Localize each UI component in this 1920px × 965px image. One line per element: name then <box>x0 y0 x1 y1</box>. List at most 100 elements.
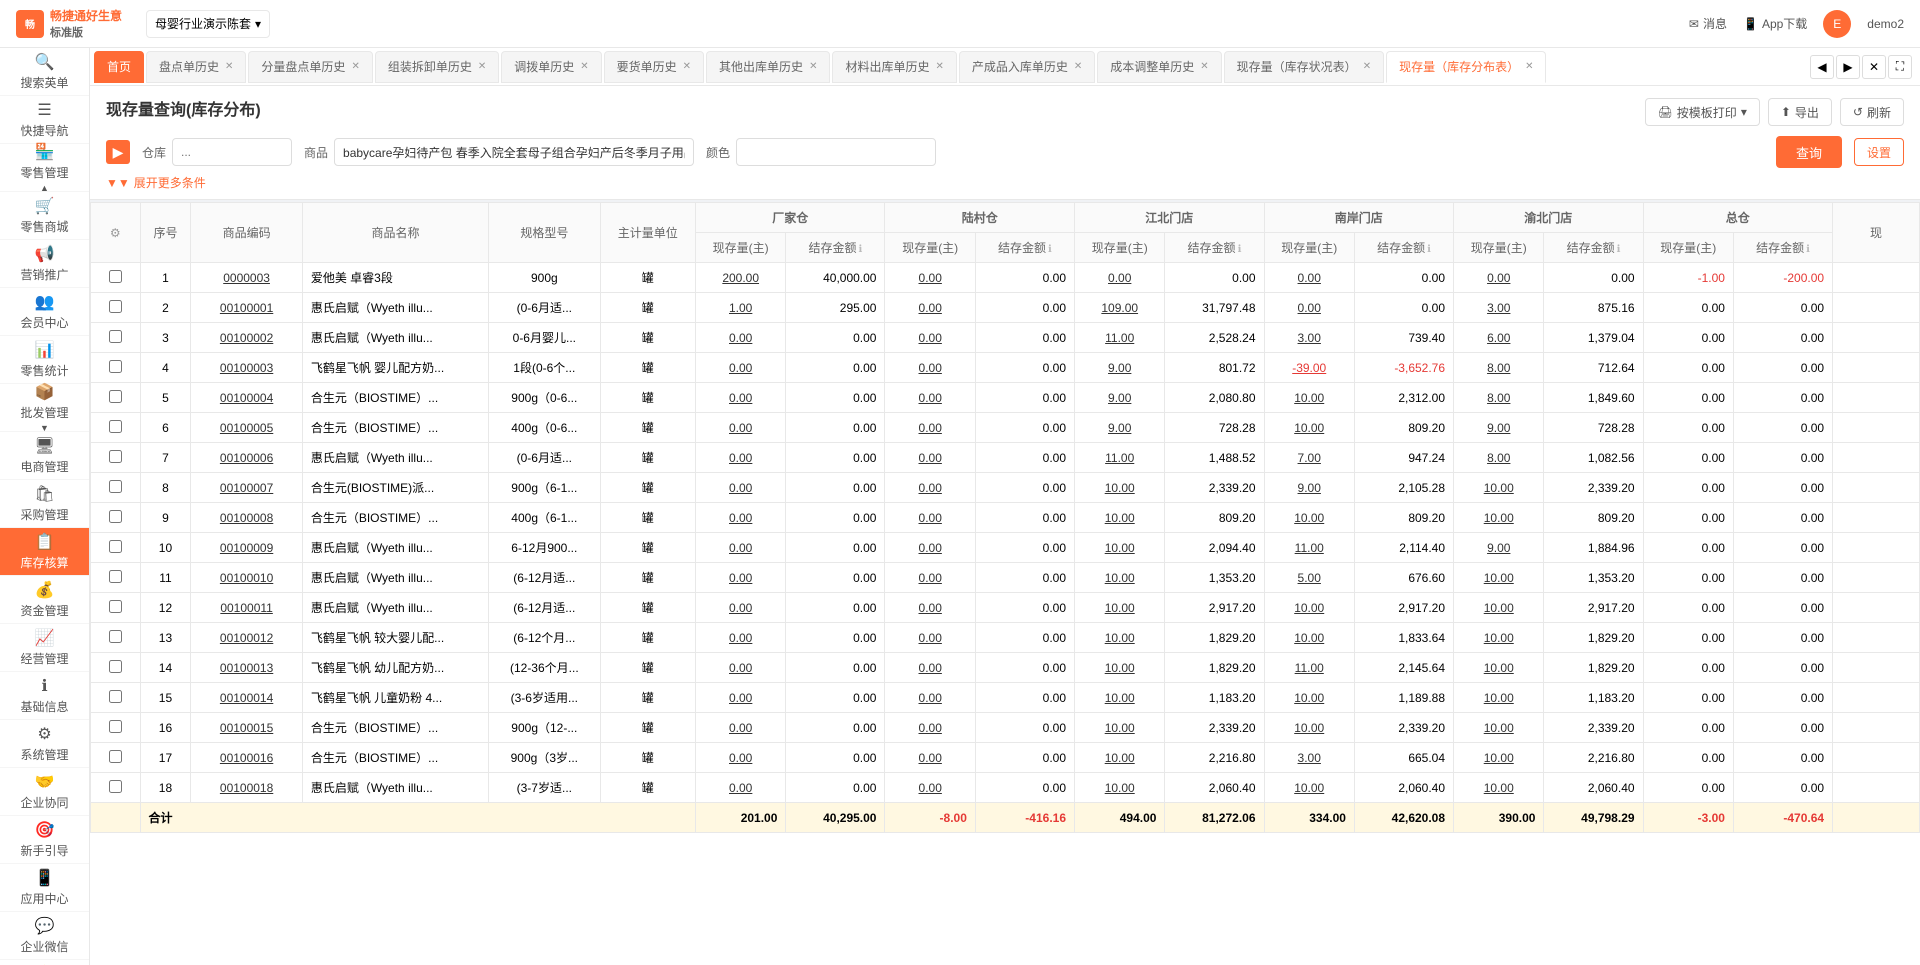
row-w4-qty[interactable]: 11.00 <box>1264 653 1354 683</box>
row-w2-qty[interactable]: 0.00 <box>885 713 975 743</box>
export-btn[interactable]: ⬆ 导出 <box>1768 98 1832 126</box>
avatar[interactable]: E <box>1823 10 1851 38</box>
sidebar-item-finance[interactable]: 💰 资金管理 <box>0 576 89 624</box>
tab-product-in[interactable]: 产成品入库单历史 ✕ <box>959 51 1095 83</box>
row-w3-qty[interactable]: 10.00 <box>1075 593 1165 623</box>
row-checkbox[interactable] <box>91 743 141 773</box>
row-w4-qty[interactable]: 0.00 <box>1264 263 1354 293</box>
row-w1-qty[interactable]: 0.00 <box>695 773 785 803</box>
sidebar-item-retail-mgmt[interactable]: 🏪 零售管理 ▲ <box>0 144 89 192</box>
row-w2-qty[interactable]: 0.00 <box>885 623 975 653</box>
sidebar-item-nav[interactable]: ☰ 快捷导航 <box>0 96 89 144</box>
row-code[interactable]: 00100010 <box>191 563 302 593</box>
tab-stock-status[interactable]: 现存量（库存状况表） ✕ <box>1224 51 1384 83</box>
row-w2-qty[interactable]: 0.00 <box>885 383 975 413</box>
sidebar-item-member2[interactable]: ⭐ 畅会员 <box>0 960 89 965</box>
row-w4-qty[interactable]: -39.00 <box>1264 353 1354 383</box>
row-w4-qty[interactable]: 10.00 <box>1264 593 1354 623</box>
app-download-btn[interactable]: 📱 App下载 <box>1743 15 1807 32</box>
row-w1-qty[interactable]: 0.00 <box>695 383 785 413</box>
color-input[interactable] <box>736 138 936 166</box>
tab-dist-history[interactable]: 分量盘点单历史 ✕ <box>248 51 372 83</box>
row-code[interactable]: 00100001 <box>191 293 302 323</box>
row-w2-qty[interactable]: 0.00 <box>885 533 975 563</box>
row-code[interactable]: 00100018 <box>191 773 302 803</box>
row-w2-qty[interactable]: 0.00 <box>885 683 975 713</box>
row-code[interactable]: 00100012 <box>191 623 302 653</box>
row-w5-qty[interactable]: 9.00 <box>1454 533 1544 563</box>
row-w2-qty[interactable]: 0.00 <box>885 473 975 503</box>
row-checkbox[interactable] <box>91 563 141 593</box>
row-w5-qty[interactable]: 10.00 <box>1454 653 1544 683</box>
row-w3-qty[interactable]: 10.00 <box>1075 713 1165 743</box>
row-w2-qty[interactable]: 0.00 <box>885 593 975 623</box>
row-checkbox[interactable] <box>91 773 141 803</box>
row-w4-qty[interactable]: 3.00 <box>1264 743 1354 773</box>
row-w2-qty[interactable]: 0.00 <box>885 503 975 533</box>
row-w4-qty[interactable]: 5.00 <box>1264 563 1354 593</box>
row-w5-qty[interactable]: 10.00 <box>1454 563 1544 593</box>
row-w5-qty[interactable]: 10.00 <box>1454 743 1544 773</box>
row-w5-qty[interactable]: 9.00 <box>1454 413 1544 443</box>
row-w1-qty[interactable]: 0.00 <box>695 323 785 353</box>
row-checkbox[interactable] <box>91 293 141 323</box>
row-code[interactable]: 00100007 <box>191 473 302 503</box>
row-checkbox[interactable] <box>91 593 141 623</box>
tab-combo-history[interactable]: 组装拆卸单历史 ✕ <box>375 51 499 83</box>
row-checkbox[interactable] <box>91 443 141 473</box>
row-w1-qty[interactable]: 0.00 <box>695 653 785 683</box>
goods-input[interactable] <box>334 138 694 166</box>
search-btn[interactable]: 查询 <box>1776 136 1842 168</box>
close-stock-status-icon[interactable]: ✕ <box>1363 61 1371 72</box>
close-dist-icon[interactable]: ✕ <box>351 61 359 72</box>
row-w4-qty[interactable]: 10.00 <box>1264 713 1354 743</box>
row-w5-qty[interactable]: 10.00 <box>1454 713 1544 743</box>
row-w5-qty[interactable]: 6.00 <box>1454 323 1544 353</box>
row-w2-qty[interactable]: 0.00 <box>885 323 975 353</box>
close-cost-adjust-icon[interactable]: ✕ <box>1200 61 1208 72</box>
row-checkbox[interactable] <box>91 623 141 653</box>
row-w1-qty[interactable]: 1.00 <box>695 293 785 323</box>
row-w5-qty[interactable]: 3.00 <box>1454 293 1544 323</box>
row-w4-qty[interactable]: 11.00 <box>1264 533 1354 563</box>
setting-btn[interactable]: 设置 <box>1854 138 1904 166</box>
sidebar-item-enterprise[interactable]: 🤝 企业协同 <box>0 768 89 816</box>
row-code[interactable]: 00100013 <box>191 653 302 683</box>
row-w3-qty[interactable]: 11.00 <box>1075 443 1165 473</box>
row-w3-qty[interactable]: 10.00 <box>1075 533 1165 563</box>
row-w5-qty[interactable]: 8.00 <box>1454 353 1544 383</box>
row-w4-qty[interactable]: 9.00 <box>1264 473 1354 503</box>
row-w2-qty[interactable]: 0.00 <box>885 413 975 443</box>
sidebar-item-ecommerce[interactable]: 🖥 电商管理 <box>0 432 89 480</box>
print-btn[interactable]: 🖨 按模板打印 ▾ <box>1645 98 1760 126</box>
row-w3-qty[interactable]: 9.00 <box>1075 413 1165 443</box>
row-w1-qty[interactable]: 0.00 <box>695 413 785 443</box>
row-w5-qty[interactable]: 8.00 <box>1454 383 1544 413</box>
row-w5-qty[interactable]: 10.00 <box>1454 473 1544 503</box>
row-w3-qty[interactable]: 109.00 <box>1075 293 1165 323</box>
row-code[interactable]: 00100011 <box>191 593 302 623</box>
row-checkbox[interactable] <box>91 653 141 683</box>
row-checkbox[interactable] <box>91 533 141 563</box>
row-code[interactable]: 00100005 <box>191 413 302 443</box>
row-w2-qty[interactable]: 0.00 <box>885 743 975 773</box>
row-w5-qty[interactable]: 10.00 <box>1454 683 1544 713</box>
row-w4-qty[interactable]: 10.00 <box>1264 623 1354 653</box>
row-w3-qty[interactable]: 10.00 <box>1075 743 1165 773</box>
tab-next-btn[interactable]: ▶ <box>1836 55 1860 79</box>
row-w4-qty[interactable]: 10.00 <box>1264 683 1354 713</box>
tab-adjust-history[interactable]: 调拨单历史 ✕ <box>501 51 601 83</box>
row-checkbox[interactable] <box>91 713 141 743</box>
row-w3-qty[interactable]: 10.00 <box>1075 563 1165 593</box>
row-w5-qty[interactable]: 0.00 <box>1454 263 1544 293</box>
sidebar-item-retail-store[interactable]: 🛒 零售商城 <box>0 192 89 240</box>
row-w1-qty[interactable]: 0.00 <box>695 683 785 713</box>
close-product-in-icon[interactable]: ✕ <box>1074 61 1082 72</box>
row-w1-qty[interactable]: 0.00 <box>695 353 785 383</box>
tab-stock-dist[interactable]: 现存量（库存分布表） ✕ <box>1386 51 1546 83</box>
row-w3-qty[interactable]: 11.00 <box>1075 323 1165 353</box>
row-w4-qty[interactable]: 0.00 <box>1264 293 1354 323</box>
tab-close-all-btn[interactable]: ✕ <box>1862 55 1886 79</box>
row-code[interactable]: 00100008 <box>191 503 302 533</box>
row-checkbox[interactable] <box>91 383 141 413</box>
